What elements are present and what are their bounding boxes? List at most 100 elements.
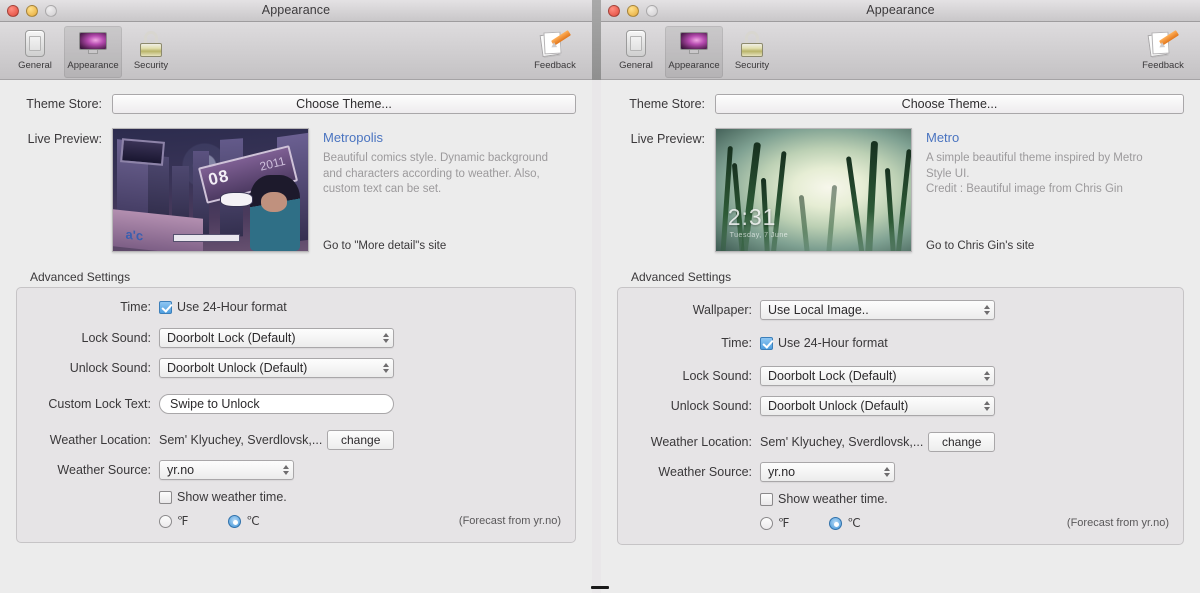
show-weather-time-checkbox[interactable] xyxy=(159,490,172,504)
toolbar-item-general[interactable]: General xyxy=(6,26,64,78)
weather-source-label: Weather Source: xyxy=(658,465,752,479)
use-24-hour-checkbox[interactable] xyxy=(159,300,172,314)
unlock-sound-row: Unlock Sound: Doorbolt Unlock (Default) xyxy=(632,396,1169,416)
theme-name[interactable]: Metro xyxy=(926,130,1184,145)
fahrenheit-label: ℉ xyxy=(778,516,790,530)
stepper-arrows-icon xyxy=(884,467,890,477)
custom-lock-text-input[interactable]: Swipe to Unlock xyxy=(159,394,394,414)
stepper-arrows-icon xyxy=(984,371,990,381)
weather-source-value: yr.no xyxy=(167,463,195,477)
stepper-arrows-icon xyxy=(984,305,990,315)
toolbar-item-appearance[interactable]: Appearance xyxy=(64,26,122,78)
weather-location-label: Weather Location: xyxy=(650,435,752,449)
wallpaper-row: Wallpaper: Use Local Image.. xyxy=(632,300,1169,320)
theme-meta: Metropolis Beautiful comics style. Dynam… xyxy=(323,128,576,252)
display-icon xyxy=(679,29,709,59)
lock-sound-value: Doorbolt Lock (Default) xyxy=(167,331,296,345)
show-weather-time-label: Show weather time. xyxy=(177,490,287,504)
change-location-button[interactable]: change xyxy=(928,432,996,452)
celsius-label: ℃ xyxy=(246,514,260,528)
toolbar-item-general[interactable]: General xyxy=(607,26,665,78)
toolbar-item-feedback[interactable]: Feedback xyxy=(1134,26,1192,78)
theme-store-label: Theme Store: xyxy=(629,97,705,111)
lock-sound-select[interactable]: Doorbolt Lock (Default) xyxy=(159,328,394,348)
advanced-settings-group: Wallpaper: Use Local Image.. Time: Use 2… xyxy=(617,287,1184,545)
artwork-clock: 2:31 xyxy=(727,204,777,231)
fahrenheit-radio[interactable] xyxy=(159,514,172,528)
unlock-sound-label: Unlock Sound: xyxy=(670,399,752,413)
show-weather-time-row: Show weather time. xyxy=(31,490,561,504)
toolbar-item-general-label: General xyxy=(18,60,52,71)
unlock-sound-row: Unlock Sound: Doorbolt Unlock (Default) xyxy=(31,358,561,378)
weather-location-row: Weather Location: Sem' Klyuchey, Sverdlo… xyxy=(632,432,1169,452)
weather-source-select[interactable]: yr.no xyxy=(159,460,294,480)
titlebar: Appearance xyxy=(601,0,1200,22)
toolbar-item-feedback[interactable]: Feedback xyxy=(526,26,584,78)
unlock-sound-value: Doorbolt Unlock (Default) xyxy=(167,361,308,375)
use-24-hour-checkbox[interactable] xyxy=(760,336,773,350)
theme-preview-thumbnail[interactable]: 2:31 Tuesday, 7 June xyxy=(715,128,912,252)
unlock-sound-select[interactable]: Doorbolt Unlock (Default) xyxy=(760,396,995,416)
theme-site-link[interactable]: Go to Chris Gin's site xyxy=(926,240,1184,252)
screenshot-stage: Appearance General Appearance Security F… xyxy=(0,0,1200,593)
toolbar-item-security-label: Security xyxy=(133,60,169,71)
weather-location-value: Sem' Klyuchey, Sverdlovsk,... xyxy=(159,433,323,447)
toolbar-item-security-label: Security xyxy=(734,60,770,71)
weather-source-row: Weather Source: yr.no xyxy=(31,460,561,480)
window-resize-handle[interactable] xyxy=(591,586,609,589)
celsius-radio[interactable] xyxy=(228,514,242,528)
advanced-settings-group: Time: Use 24-Hour format Lock Sound: Doo… xyxy=(16,287,576,543)
celsius-label: ℃ xyxy=(847,516,861,530)
iphone-icon xyxy=(20,29,50,59)
toolbar-item-security[interactable]: Security xyxy=(122,26,180,78)
theme-site-link[interactable]: Go to "More detail"s site xyxy=(323,240,576,252)
theme-store-row: Theme Store: Choose Theme... xyxy=(16,80,576,114)
theme-meta: Metro A simple beautiful theme inspired … xyxy=(926,128,1184,252)
live-preview-label: Live Preview: xyxy=(630,132,705,146)
theme-store-row: Theme Store: Choose Theme... xyxy=(617,80,1184,114)
stepper-arrows-icon xyxy=(383,333,389,343)
wallpaper-select[interactable]: Use Local Image.. xyxy=(760,300,995,320)
weather-source-select[interactable]: yr.no xyxy=(760,462,895,482)
lock-sound-label: Lock Sound: xyxy=(81,331,152,345)
theme-description: A simple beautiful theme inspired by Met… xyxy=(926,152,1143,195)
time-row: Time: Use 24-Hour format xyxy=(632,336,1169,350)
theme-preview-thumbnail[interactable]: 08 2011 xyxy=(112,128,309,252)
toolbar: General Appearance Security Feedback xyxy=(0,22,592,80)
show-weather-time-checkbox[interactable] xyxy=(760,492,773,506)
lock-sound-label: Lock Sound: xyxy=(682,369,753,383)
forecast-note: (Forecast from yr.no) xyxy=(1066,517,1169,529)
feedback-icon xyxy=(1147,29,1180,59)
lock-sound-row: Lock Sound: Doorbolt Lock (Default) xyxy=(31,328,561,348)
unlock-sound-select[interactable]: Doorbolt Unlock (Default) xyxy=(159,358,394,378)
toolbar-item-security[interactable]: Security xyxy=(723,26,781,78)
toolbar-item-appearance-label: Appearance xyxy=(668,60,720,71)
choose-theme-button[interactable]: Choose Theme... xyxy=(112,94,576,114)
temperature-unit-row: ℉ ℃ (Forecast from yr.no) xyxy=(31,514,561,528)
stepper-arrows-icon xyxy=(984,401,990,411)
lock-sound-select[interactable]: Doorbolt Lock (Default) xyxy=(760,366,995,386)
time-row: Time: Use 24-Hour format xyxy=(31,300,561,314)
advanced-settings-title: Advanced Settings xyxy=(30,270,131,284)
live-preview-row: Live Preview: 2:31 Tuesday, 7 June Metro… xyxy=(617,128,1184,252)
change-location-button[interactable]: change xyxy=(327,430,395,450)
live-preview-label: Live Preview: xyxy=(27,132,102,146)
display-icon xyxy=(78,29,108,59)
weather-location-row: Weather Location: Sem' Klyuchey, Sverdlo… xyxy=(31,430,561,450)
wallpaper-value: Use Local Image.. xyxy=(768,303,869,317)
toolbar-item-feedback-label: Feedback xyxy=(1142,60,1184,71)
show-weather-time-row: Show weather time. xyxy=(632,492,1169,506)
fahrenheit-radio[interactable] xyxy=(760,516,773,530)
stepper-arrows-icon xyxy=(383,363,389,373)
theme-name[interactable]: Metropolis xyxy=(323,130,576,145)
lock-sound-row: Lock Sound: Doorbolt Lock (Default) xyxy=(632,366,1169,386)
wallpaper-label: Wallpaper: xyxy=(692,303,752,317)
celsius-radio[interactable] xyxy=(829,516,843,530)
unlock-sound-value: Doorbolt Unlock (Default) xyxy=(768,399,909,413)
custom-lock-text-label: Custom Lock Text: xyxy=(48,397,151,411)
lock-icon xyxy=(136,29,166,59)
choose-theme-button[interactable]: Choose Theme... xyxy=(715,94,1184,114)
custom-lock-text-row: Custom Lock Text: Swipe to Unlock xyxy=(31,394,561,414)
toolbar-item-appearance[interactable]: Appearance xyxy=(665,26,723,78)
weather-location-label: Weather Location: xyxy=(49,433,151,447)
